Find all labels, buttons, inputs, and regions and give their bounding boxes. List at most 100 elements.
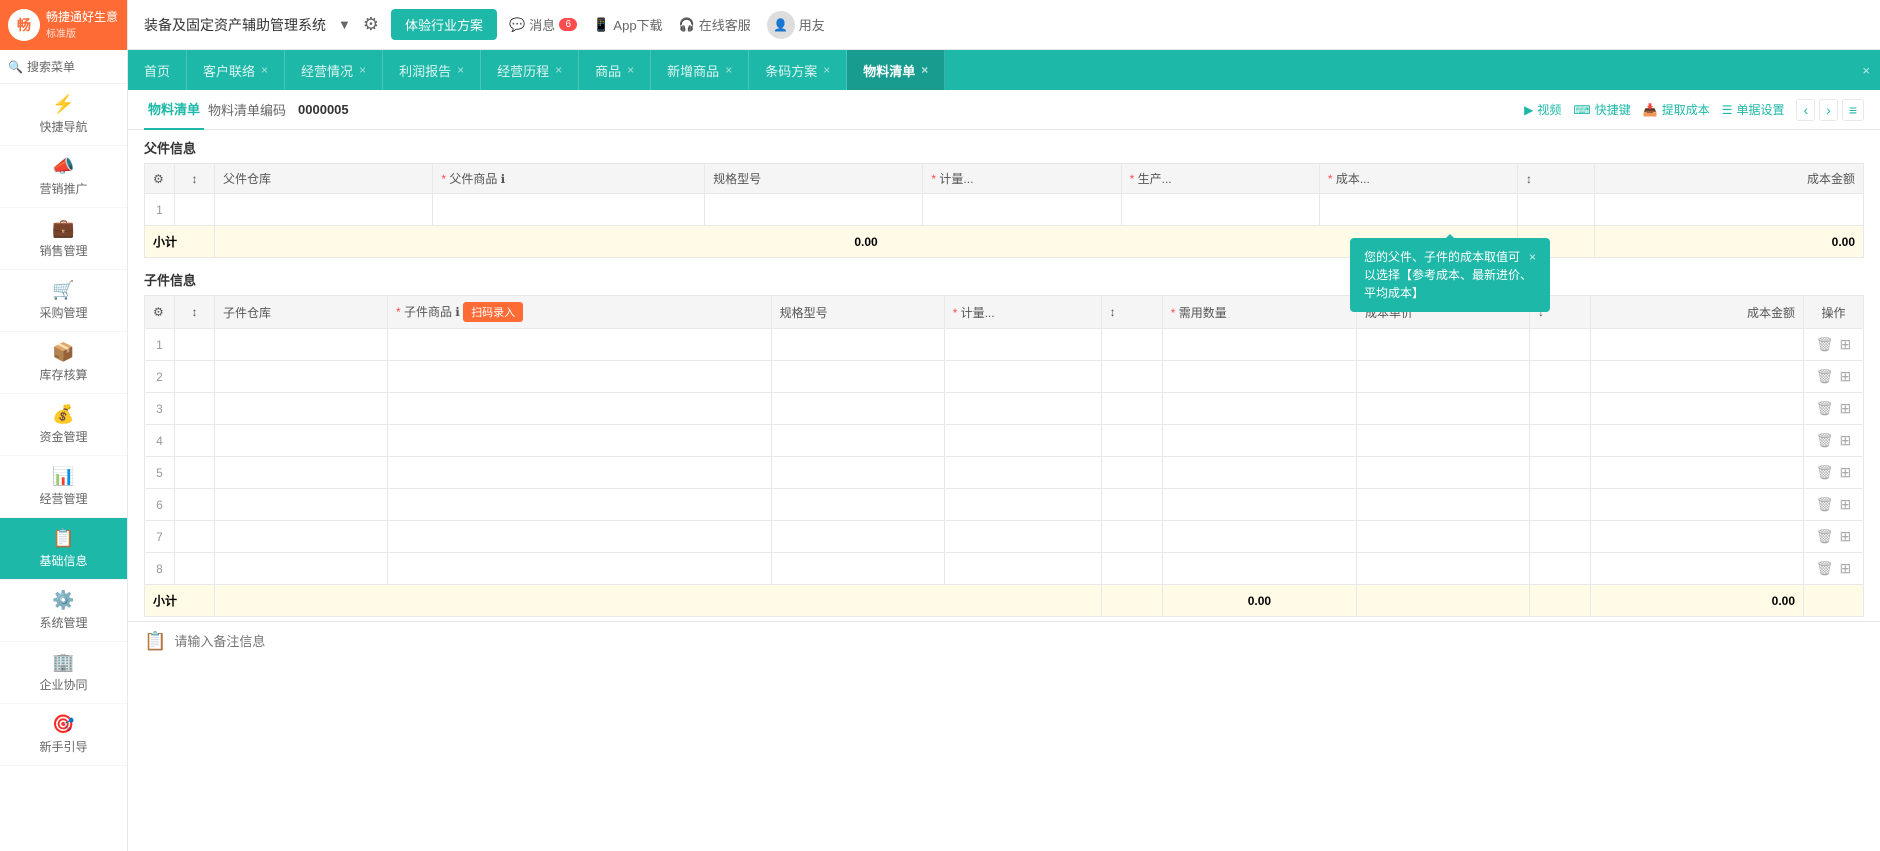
copy-icon-8[interactable]: ⊞: [1840, 560, 1852, 577]
child-row-1-sort3: [1529, 329, 1590, 361]
delete-icon-8[interactable]: 🗑: [1816, 560, 1834, 577]
parent-subtotal-cost: 0.00: [215, 226, 1518, 258]
tab-bom-close[interactable]: ×: [921, 63, 928, 77]
copy-icon-1[interactable]: ⊞: [1840, 336, 1852, 353]
content: 物料清单 物料清单编码 0000005 ▶ 视频 ⌨ 快捷键 📥 提取成本: [128, 90, 1880, 851]
tab-operations-status[interactable]: 经营情况 ×: [285, 50, 383, 90]
sidebar-item-guide[interactable]: 🎯 新手引导: [0, 704, 127, 766]
tab-profit-close[interactable]: ×: [457, 63, 464, 77]
delete-icon-5[interactable]: 🗑: [1816, 464, 1834, 481]
delete-icon-2[interactable]: 🗑: [1816, 368, 1834, 385]
sidebar-item-sales[interactable]: 💼 销售管理: [0, 208, 127, 270]
close-all-tabs[interactable]: ×: [1852, 63, 1880, 78]
parent-row-warehouse[interactable]: [215, 194, 433, 226]
child-row-3-num: 3: [145, 393, 175, 425]
child-row-1-unit[interactable]: [944, 329, 1101, 361]
parent-subtotal-cost-value: 0.00: [854, 235, 877, 249]
child-row-1-warehouse[interactable]: [215, 329, 388, 361]
copy-icon-2[interactable]: ⊞: [1840, 368, 1852, 385]
topbar-actions: 💬 消息 6 📱 App下载 🎧 在线客服 👤 用友: [509, 11, 825, 39]
sidebar-item-inventory[interactable]: 📦 库存核算: [0, 332, 127, 394]
child-row-1-unit-cost[interactable]: [1356, 329, 1529, 361]
th-gear[interactable]: ⚙: [145, 164, 175, 194]
sidebar-item-finance[interactable]: 💰 资金管理: [0, 394, 127, 456]
delete-icon-4[interactable]: 🗑: [1816, 432, 1834, 449]
tab-bom[interactable]: 物料清单 ×: [847, 50, 945, 90]
tab-barcode-close[interactable]: ×: [823, 63, 830, 77]
delete-icon-3[interactable]: 🗑: [1816, 400, 1834, 417]
delete-icon-1[interactable]: 🗑: [1816, 336, 1834, 353]
message-label: 消息: [529, 15, 555, 34]
copy-icon-3[interactable]: ⊞: [1840, 400, 1852, 417]
child-row-1-spec[interactable]: [771, 329, 944, 361]
child-row-4-num: 4: [145, 425, 175, 457]
sidebar-item-marketing[interactable]: 📣 营销推广: [0, 146, 127, 208]
sidebar-item-operations[interactable]: 📊 经营管理: [0, 456, 127, 518]
child-row-1-quantity[interactable]: [1162, 329, 1356, 361]
list-view-btn[interactable]: ≡: [1842, 99, 1864, 121]
th-child-quantity: * 需用数量: [1162, 296, 1356, 329]
parent-row-unit[interactable]: [923, 194, 1121, 226]
tab-goods-close[interactable]: ×: [627, 63, 634, 77]
tab-history-close[interactable]: ×: [555, 63, 562, 77]
sub-tab-bom-code[interactable]: 物料清单编码: [204, 90, 290, 130]
topbar: 装备及固定资产辅助管理系统 ▼ ⚙ 体验行业方案 💬 消息 6 📱 App下载 …: [128, 0, 1880, 50]
tab-home[interactable]: 首页: [128, 50, 187, 90]
tab-goods[interactable]: 商品 ×: [579, 50, 651, 90]
app-download-btn[interactable]: 📱 App下载: [593, 15, 662, 34]
scan-input-btn[interactable]: 扫码录入: [463, 302, 523, 322]
message-btn[interactable]: 💬 消息 6: [509, 15, 577, 34]
sidebar-item-label: 基础信息: [39, 552, 87, 569]
sidebar-search[interactable]: 🔍 搜索菜单: [0, 50, 127, 84]
parent-row-goods[interactable]: [433, 194, 705, 226]
parent-row-production[interactable]: [1121, 194, 1319, 226]
th-child-gear[interactable]: ⚙: [145, 296, 175, 329]
sub-tab-bom-list[interactable]: 物料清单: [144, 90, 204, 130]
tab-barcode[interactable]: 条码方案 ×: [749, 50, 847, 90]
sidebar-item-purchase[interactable]: 🛒 采购管理: [0, 270, 127, 332]
experience-btn[interactable]: 体验行业方案: [391, 9, 497, 40]
tab-new-goods-close[interactable]: ×: [725, 63, 732, 77]
sales-icon: 💼: [52, 218, 74, 239]
tab-history[interactable]: 经营历程 ×: [481, 50, 579, 90]
note-input[interactable]: [174, 634, 1864, 649]
view-btn[interactable]: ▶ 视频: [1524, 101, 1561, 118]
online-service-btn[interactable]: 🎧 在线客服: [679, 15, 751, 34]
gear-icon[interactable]: ⚙: [363, 14, 379, 35]
tab-customer[interactable]: 客户联络 ×: [187, 50, 285, 90]
sidebar-item-enterprise[interactable]: 🏢 企业协同: [0, 642, 127, 704]
sidebar-item-system[interactable]: ⚙️ 系统管理: [0, 580, 127, 642]
user-btn[interactable]: 👤 用友: [767, 11, 825, 39]
parent-table-header: ⚙ ↕ 父件仓库 * 父件商品 ℹ 规格型号 * 计量... * 生产... *…: [145, 164, 1864, 194]
prev-page-btn[interactable]: ‹: [1796, 99, 1815, 121]
tab-operations-status-close[interactable]: ×: [359, 63, 366, 77]
sidebar-item-quick-nav[interactable]: ⚡ 快捷导航: [0, 84, 127, 146]
sub-tab-bom-list-label: 物料清单: [148, 99, 200, 118]
child-row-1-goods[interactable]: [387, 329, 771, 361]
parent-row-spec[interactable]: [705, 194, 923, 226]
dropdown-arrow[interactable]: ▼: [338, 17, 351, 32]
logo-name: 畅捷通好生意: [46, 10, 118, 26]
parent-row-cost[interactable]: [1319, 194, 1517, 226]
parent-row-sort: [175, 194, 215, 226]
sidebar-item-label: 企业协同: [39, 676, 87, 693]
tab-customer-close[interactable]: ×: [261, 63, 268, 77]
tooltip-close-btn[interactable]: ×: [1529, 248, 1536, 266]
delete-icon-7[interactable]: 🗑: [1816, 528, 1834, 545]
extract-cost-btn[interactable]: 📥 提取成本: [1643, 101, 1710, 118]
shortcut-btn[interactable]: ⌨ 快捷键: [1573, 101, 1630, 118]
next-page-btn[interactable]: ›: [1819, 99, 1838, 121]
tab-new-goods[interactable]: 新增商品 ×: [651, 50, 749, 90]
single-settings-btn[interactable]: ☰ 单据设置: [1722, 101, 1785, 118]
play-icon: ▶: [1524, 103, 1533, 117]
copy-icon-4[interactable]: ⊞: [1840, 432, 1852, 449]
copy-icon-7[interactable]: ⊞: [1840, 528, 1852, 545]
sub-tabs-row: 物料清单 物料清单编码 0000005 ▶ 视频 ⌨ 快捷键 📥 提取成本: [128, 90, 1880, 130]
sidebar-item-basic-info[interactable]: 📋 基础信息: [0, 518, 127, 580]
copy-icon-5[interactable]: ⊞: [1840, 464, 1852, 481]
page-nav: ‹ › ≡: [1796, 99, 1864, 121]
tab-profit[interactable]: 利润报告 ×: [383, 50, 481, 90]
delete-icon-6[interactable]: 🗑: [1816, 496, 1834, 513]
child-subtotal-row: 小计 0.00 0.00: [145, 585, 1864, 617]
copy-icon-6[interactable]: ⊞: [1840, 496, 1852, 513]
